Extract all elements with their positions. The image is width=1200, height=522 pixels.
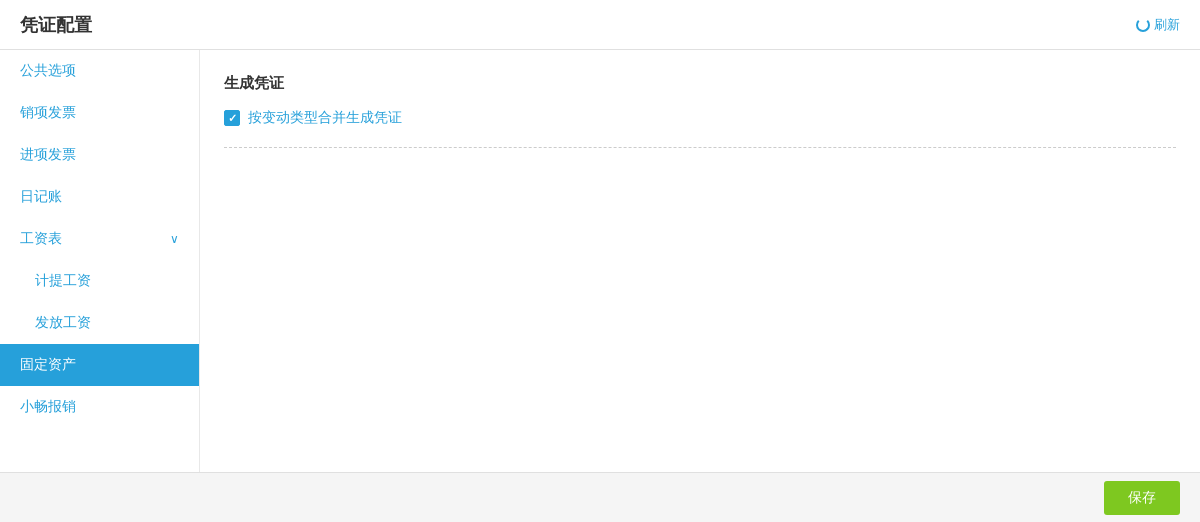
sidebar-item-fixed-assets[interactable]: 固定资产 [0,344,199,386]
section-title: 生成凭证 [224,74,1176,93]
main-content: 生成凭证 按变动类型合并生成凭证 [200,50,1200,472]
sidebar-item-label: 小畅报销 [20,398,76,416]
sidebar-item-label: 公共选项 [20,62,76,80]
page-wrapper: 凭证配置 刷新 公共选项销项发票进项发票日记账工资表 ∨ 计提工资发放工资固定资产小… [0,0,1200,522]
sidebar-item-public[interactable]: 公共选项 [0,50,199,92]
header: 凭证配置 刷新 [0,0,1200,50]
sidebar-item-label: 工资表 [20,230,62,248]
sidebar-item-label: 发放工资 [35,314,91,332]
refresh-button[interactable]: 刷新 [1136,16,1180,34]
refresh-label: 刷新 [1154,16,1180,34]
sidebar: 公共选项销项发票进项发票日记账工资表 ∨ 计提工资发放工资固定资产小畅报销 [0,50,200,472]
sidebar-item-journal[interactable]: 日记账 [0,176,199,218]
sidebar-item-label: 固定资产 [20,356,76,374]
sidebar-item-payroll-table[interactable]: 工资表 ∨ [0,218,199,260]
sidebar-item-purchase-invoice[interactable]: 进项发票 [0,134,199,176]
chevron-down-icon: ∨ [170,232,179,246]
checkbox-label[interactable]: 按变动类型合并生成凭证 [248,109,402,127]
checkbox-row: 按变动类型合并生成凭证 [224,109,1176,127]
sidebar-item-label: 日记账 [20,188,62,206]
sidebar-item-sales-invoice[interactable]: 销项发票 [0,92,199,134]
page-title: 凭证配置 [20,13,92,37]
sidebar-item-label: 销项发票 [20,104,76,122]
sidebar-item-calc-payroll[interactable]: 计提工资 [0,260,199,302]
sidebar-item-pay-payroll[interactable]: 发放工资 [0,302,199,344]
sidebar-item-label: 进项发票 [20,146,76,164]
sidebar-item-expense-report[interactable]: 小畅报销 [0,386,199,428]
content-area: 公共选项销项发票进项发票日记账工资表 ∨ 计提工资发放工资固定资产小畅报销 生成凭证… [0,50,1200,472]
divider [224,147,1176,148]
save-button[interactable]: 保存 [1104,481,1180,515]
merge-type-checkbox[interactable] [224,110,240,126]
footer: 保存 [0,472,1200,522]
refresh-icon [1136,18,1150,32]
sidebar-item-label: 计提工资 [35,272,91,290]
